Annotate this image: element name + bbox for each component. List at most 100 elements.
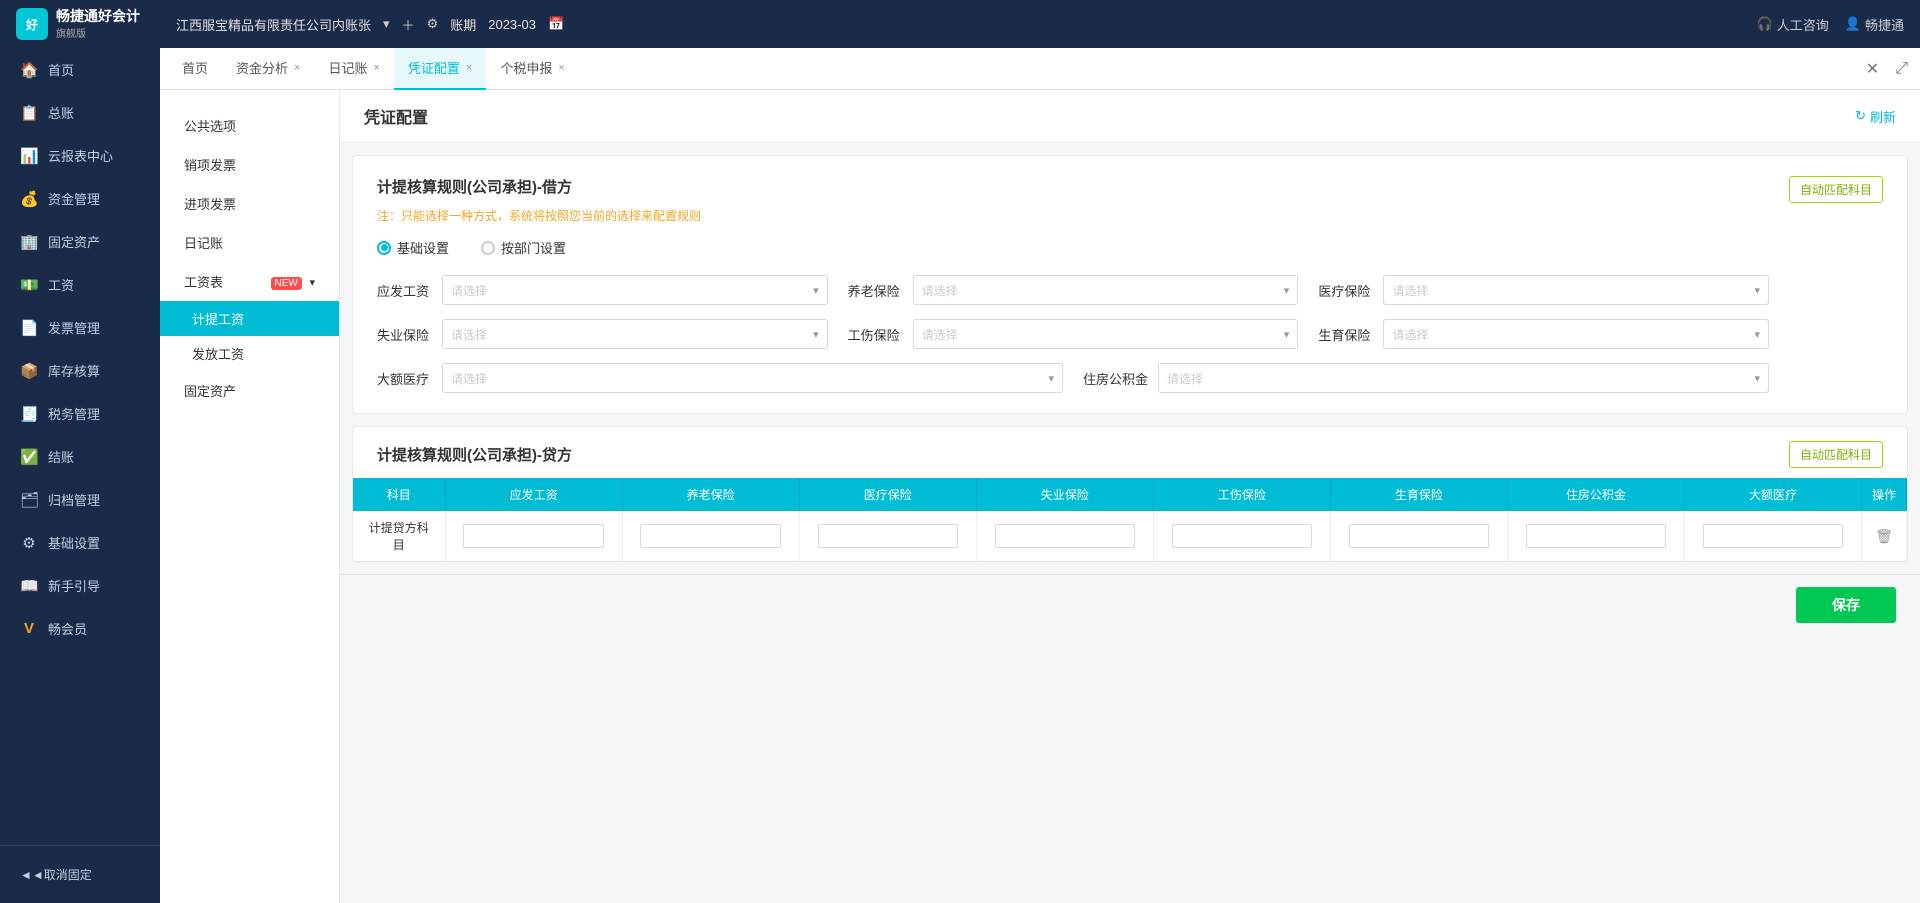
sidebar-item-assets[interactable]: 🏢 固定资产 (0, 220, 160, 263)
select-gongshang[interactable]: 请选择 ▾ (913, 319, 1299, 349)
refresh-icon: ↻ (1855, 108, 1866, 124)
settings-btn[interactable]: ⚙ (427, 16, 439, 32)
tab-journal-close[interactable]: × (373, 62, 379, 74)
chevron-yanglao-icon: ▾ (1284, 284, 1290, 297)
tab-voucher-label: 凭证配置 (408, 58, 460, 77)
funds-icon: 💰 (20, 190, 38, 208)
left-nav: 公共选项 销项发票 进项发票 日记账 工资表 NEW ▾ 计提工资 发放工资 固… (160, 90, 340, 903)
company-dropdown-btn[interactable]: ▾ (383, 16, 390, 32)
sidebar-item-close[interactable]: ✅ 结账 (0, 435, 160, 478)
tab-fund-analysis[interactable]: 资金分析 × (222, 48, 314, 90)
left-nav-salary-sheet[interactable]: 工资表 NEW ▾ (160, 262, 339, 301)
tab-journal[interactable]: 日记账 × (314, 48, 393, 90)
input-gongshang-credit[interactable] (1172, 524, 1312, 548)
tab-tax-close[interactable]: × (558, 62, 564, 74)
left-nav-purchase-invoice[interactable]: 进项发票 (160, 184, 339, 223)
sidebar-item-vip[interactable]: V 畅会员 (0, 607, 160, 650)
sidebar-item-label: 工资 (48, 275, 74, 294)
sidebar-item-settings[interactable]: ⚙ 基础设置 (0, 521, 160, 564)
select-yingfa[interactable]: 请选择 ▾ (442, 275, 828, 305)
input-yingfa-credit[interactable] (463, 524, 603, 548)
th-yiliao: 医疗保险 (799, 478, 976, 511)
close-window-icon[interactable]: ✕ (1862, 55, 1883, 83)
select-dae[interactable]: 请选择 ▾ (442, 363, 1063, 393)
label-shiye: 失业保险 (377, 325, 432, 344)
input-yanglao-credit[interactable] (640, 524, 780, 548)
sidebar: 🏠 首页 📋 总账 📊 云报表中心 💰 资金管理 🏢 固定资产 💵 工资 📄 发… (0, 48, 160, 903)
left-nav-journal[interactable]: 日记账 (160, 223, 339, 262)
th-dae: 大额医疗 (1684, 478, 1861, 511)
period-value: 2023-03 (488, 17, 536, 32)
td-op: 🗑 (1861, 511, 1906, 561)
td-yiliao-val (799, 511, 976, 561)
inventory-icon: 📦 (20, 362, 38, 380)
select-zhufang[interactable]: 请选择 ▾ (1158, 363, 1769, 393)
delete-row-icon[interactable]: 🗑 (1875, 528, 1893, 544)
sidebar-item-funds[interactable]: 💰 资金管理 (0, 177, 160, 220)
radio-dept[interactable]: 按部门设置 (481, 238, 566, 257)
input-zhufang-credit[interactable] (1526, 524, 1666, 548)
field-yanglao: 养老保险 请选择 ▾ (848, 275, 1299, 305)
tab-tax-label: 个税申报 (500, 58, 552, 77)
sidebar-item-tax[interactable]: 🧾 税务管理 (0, 392, 160, 435)
save-btn[interactable]: 保存 (1796, 587, 1896, 623)
left-nav-public[interactable]: 公共选项 (160, 106, 339, 145)
consult-btn[interactable]: 🎧 人工咨询 (1757, 15, 1829, 34)
radio-basic[interactable]: 基础设置 (377, 238, 449, 257)
tab-home[interactable]: 首页 (168, 48, 222, 90)
invoice-icon: 📄 (20, 319, 38, 337)
maximize-icon[interactable]: ⤢ (1891, 56, 1912, 82)
sidebar-item-label: 固定资产 (48, 232, 100, 251)
td-shiye-val (976, 511, 1153, 561)
sidebar-item-ledger[interactable]: 📋 总账 (0, 91, 160, 134)
sidebar-item-guide[interactable]: 📖 新手引导 (0, 564, 160, 607)
chevron-yiliao-icon: ▾ (1754, 284, 1760, 297)
left-nav-fixed-assets[interactable]: 固定资产 (160, 371, 339, 410)
debit-radio-group: 基础设置 按部门设置 (377, 238, 1769, 257)
user-btn[interactable]: 👤 畅捷通 (1845, 15, 1904, 34)
company-name: 江西服宝精品有限责任公司内账张 (176, 15, 371, 34)
add-btn[interactable]: ＋ (402, 15, 415, 34)
sidebar-item-label: 总账 (48, 103, 74, 122)
radio-dept-circle (481, 241, 495, 255)
label-zhufang: 住房公积金 (1083, 369, 1148, 388)
page-header: 凭证配置 ↻ 刷新 (340, 90, 1920, 143)
left-nav-sales-invoice[interactable]: 销项发票 (160, 145, 339, 184)
left-nav-accrue-salary[interactable]: 计提工资 (160, 301, 339, 336)
input-yiliao-credit[interactable] (818, 524, 958, 548)
calendar-btn[interactable]: 📅 (548, 16, 564, 32)
chevron-zhufang-icon: ▾ (1754, 372, 1760, 385)
refresh-btn[interactable]: ↻ 刷新 (1855, 107, 1896, 126)
input-shiye-credit[interactable] (995, 524, 1135, 548)
left-nav-pay-salary[interactable]: 发放工资 (160, 336, 339, 371)
sidebar-item-reports[interactable]: 📊 云报表中心 (0, 134, 160, 177)
tab-bar: 首页 资金分析 × 日记账 × 凭证配置 × 个税申报 × ✕ ⤢ (160, 48, 1920, 90)
td-shengyu-val (1330, 511, 1507, 561)
unpin-btn[interactable]: ◄◄取消固定 (0, 856, 160, 893)
auto-match-debit-label: 自动匹配科目 (1800, 183, 1872, 197)
select-yiliao[interactable]: 请选择 ▾ (1383, 275, 1769, 305)
select-shengyu[interactable]: 请选择 ▾ (1383, 319, 1769, 349)
td-row-label: 计提贷方科目 (353, 511, 445, 561)
sidebar-item-invoice[interactable]: 📄 发票管理 (0, 306, 160, 349)
credit-section: 计提核算规则(公司承担)-贷方 自动匹配科目 科目 应发工资 养老保险 医疗保险 (352, 426, 1908, 562)
auto-match-debit-btn[interactable]: 自动匹配科目 (1789, 176, 1883, 203)
select-yanglao[interactable]: 请选择 ▾ (913, 275, 1299, 305)
auto-match-credit-btn[interactable]: 自动匹配科目 (1789, 441, 1883, 468)
input-dae-credit[interactable] (1703, 524, 1843, 548)
sidebar-item-inventory[interactable]: 📦 库存核算 (0, 349, 160, 392)
select-shiye[interactable]: 请选择 ▾ (442, 319, 828, 349)
tab-voucher-close[interactable]: × (466, 62, 472, 74)
th-shiye: 失业保险 (976, 478, 1153, 511)
tab-voucher-config[interactable]: 凭证配置 × (394, 48, 486, 90)
tab-tax[interactable]: 个税申报 × (486, 48, 578, 90)
td-gongshang-val (1153, 511, 1330, 561)
sidebar-item-home[interactable]: 🏠 首页 (0, 48, 160, 91)
tab-fund-close[interactable]: × (294, 62, 300, 74)
app-logo: 好 (16, 8, 48, 40)
sidebar-item-archive[interactable]: 🗂 归档管理 (0, 478, 160, 521)
input-shengyu-credit[interactable] (1349, 524, 1489, 548)
sidebar-item-salary[interactable]: 💵 工资 (0, 263, 160, 306)
sidebar-item-label: 归档管理 (48, 490, 100, 509)
main-layout: 🏠 首页 📋 总账 📊 云报表中心 💰 资金管理 🏢 固定资产 💵 工资 📄 发… (0, 48, 1920, 903)
